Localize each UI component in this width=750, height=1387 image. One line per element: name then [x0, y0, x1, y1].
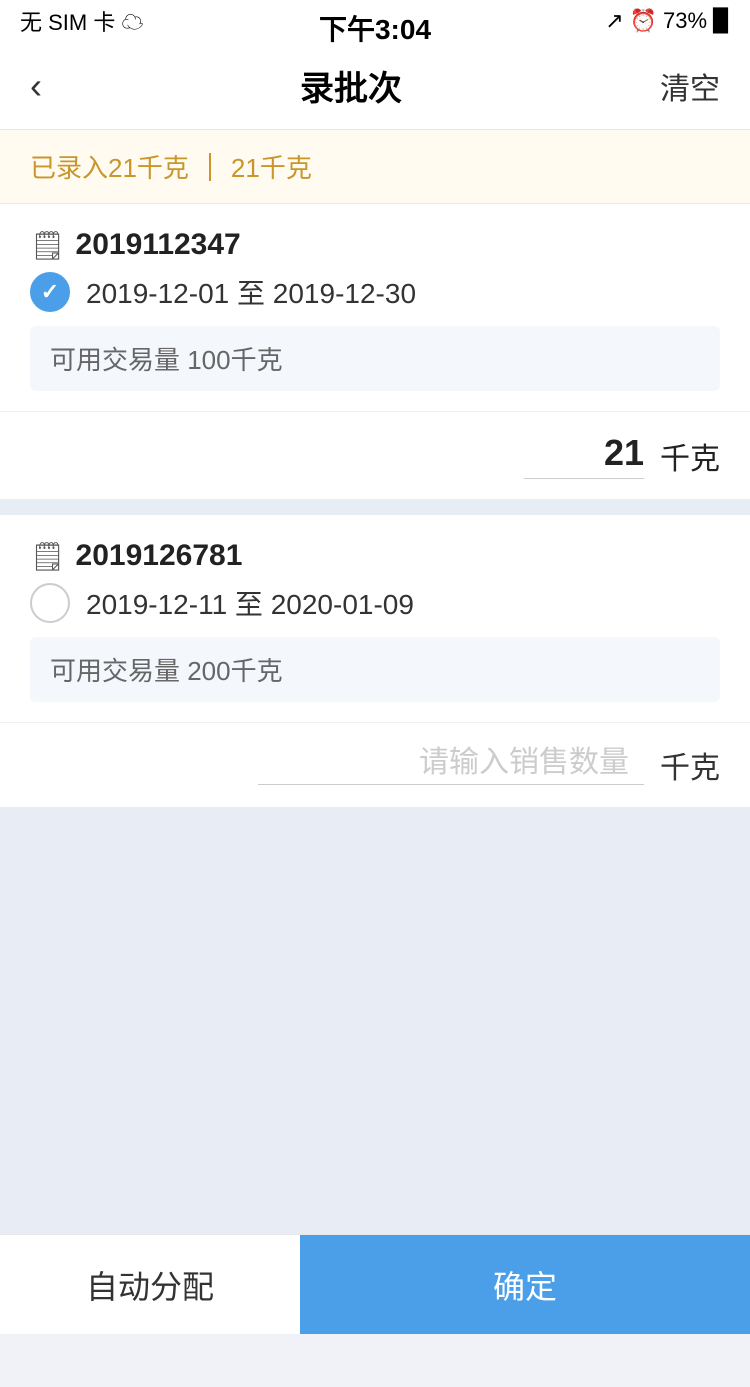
batch-date-2: 2019-12-11 至 2020-01-09 [86, 583, 414, 623]
batch-card-1: 🗒 2019112347 2019-12-01 至 2019-12-30 可用交… [0, 204, 750, 411]
input-row-2: 千克 [0, 722, 750, 807]
content-area: 🗒 2019112347 2019-12-01 至 2019-12-30 可用交… [0, 204, 750, 1387]
back-button[interactable]: ‹ [30, 65, 42, 107]
batch-header-2: 🗒 2019126781 [30, 539, 720, 573]
status-right: ↗ ⏰ 73% ▉ [605, 8, 730, 34]
page-title: 录批次 [300, 61, 402, 110]
bottom-bar: 自动分配 确定 [0, 1234, 750, 1334]
clear-button[interactable]: 清空 [660, 64, 720, 108]
confirm-button[interactable]: 确定 [300, 1235, 750, 1334]
amount-row-1: 21 千克 [0, 411, 750, 499]
batch-row-2[interactable]: 2019-12-11 至 2020-01-09 [30, 583, 720, 623]
batch-available-2: 可用交易量 200千克 [30, 637, 720, 702]
info-divider [209, 153, 211, 181]
amount-display-1: 21 [524, 432, 644, 479]
recorded-amount: 已录入21千克 [30, 148, 189, 185]
batch-date-1: 2019-12-01 至 2019-12-30 [86, 272, 416, 312]
sales-quantity-input[interactable] [258, 746, 644, 780]
amount-value-1: 21 [604, 432, 644, 473]
batch-id-1: 2019112347 [76, 228, 241, 262]
batch-row-1[interactable]: 2019-12-01 至 2019-12-30 [30, 272, 720, 312]
radio-button-2[interactable] [30, 583, 70, 623]
status-left: 无 SIM 卡 ☁ [20, 5, 143, 37]
auto-distribute-button[interactable]: 自动分配 [0, 1235, 300, 1334]
empty-area [0, 807, 750, 1287]
batch-id-2: 2019126781 [76, 539, 243, 573]
battery-icon: ▉ [713, 8, 730, 34]
info-banner: 已录入21千克 21千克 [0, 130, 750, 204]
radio-button-1[interactable] [30, 272, 70, 312]
batch-card-2: 🗒 2019126781 2019-12-11 至 2020-01-09 可用交… [0, 515, 750, 722]
input-unit-2: 千克 [660, 743, 720, 787]
status-time: 下午3:04 [319, 8, 431, 48]
nav-bar: ‹ 录批次 清空 [0, 42, 750, 130]
status-bar: 无 SIM 卡 ☁ 下午3:04 ↗ ⏰ 73% ▉ [0, 0, 750, 42]
input-underline-2 [258, 746, 644, 785]
battery-percent: 73% [663, 8, 707, 34]
location-icon: ↗ [605, 8, 623, 34]
total-amount: 21千克 [231, 148, 312, 185]
batch-header-1: 🗒 2019112347 [30, 228, 720, 262]
batch-doc-icon-2: 🗒 [30, 540, 66, 573]
section-divider [0, 499, 750, 515]
sim-status: 无 SIM 卡 ☁ [20, 5, 143, 37]
batch-available-1: 可用交易量 100千克 [30, 326, 720, 391]
amount-unit-1: 千克 [660, 434, 720, 478]
alarm-icon: ⏰ [630, 8, 657, 34]
batch-doc-icon-1: 🗒 [30, 229, 66, 262]
